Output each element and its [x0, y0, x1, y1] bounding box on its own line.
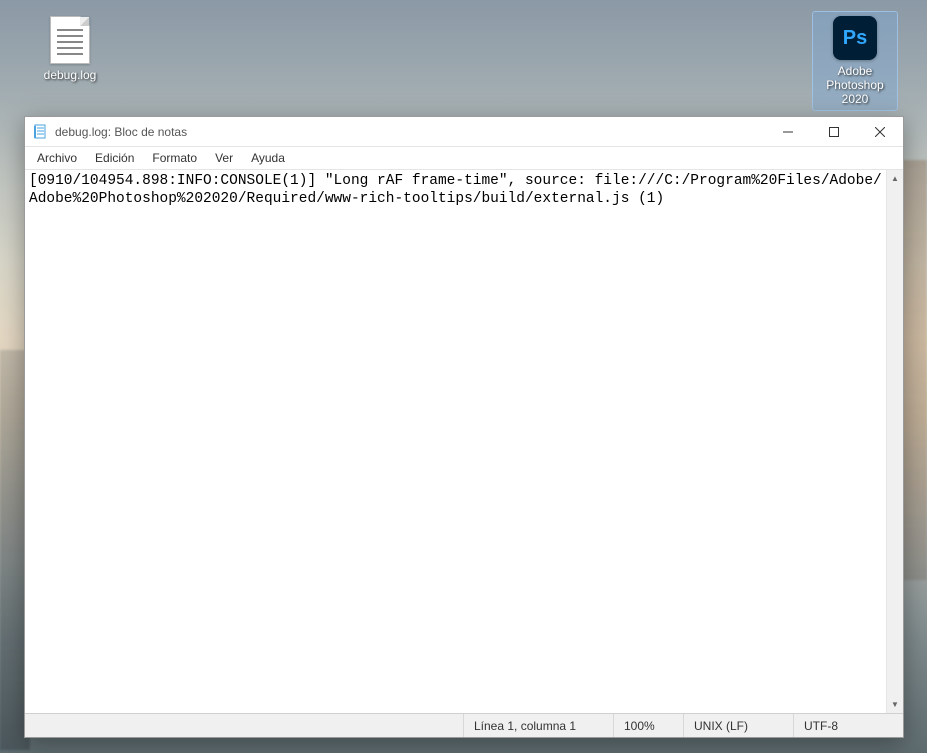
window-controls	[765, 117, 903, 146]
menu-view[interactable]: Ver	[207, 149, 241, 167]
minimize-button[interactable]	[765, 117, 811, 146]
window-title: debug.log: Bloc de notas	[55, 125, 765, 139]
menu-edit[interactable]: Edición	[87, 149, 142, 167]
menu-format[interactable]: Formato	[144, 149, 205, 167]
close-icon	[875, 127, 885, 137]
vertical-scrollbar[interactable]: ▲ ▼	[886, 170, 903, 713]
notepad-window[interactable]: debug.log: Bloc de notas Archivo Edición…	[24, 116, 904, 738]
minimize-icon	[783, 127, 793, 137]
status-spacer	[25, 714, 463, 737]
desktop-icon-label: Adobe Photoshop 2020	[815, 64, 895, 106]
maximize-button[interactable]	[811, 117, 857, 146]
scroll-down-button[interactable]: ▼	[887, 696, 903, 713]
editor-area: [0910/104954.898:INFO:CONSOLE(1)] "Long …	[25, 169, 903, 713]
status-zoom: 100%	[613, 714, 683, 737]
status-eol: UNIX (LF)	[683, 714, 793, 737]
status-encoding: UTF-8	[793, 714, 903, 737]
menu-file[interactable]: Archivo	[29, 149, 85, 167]
photoshop-icon: Ps	[833, 16, 877, 60]
text-editor[interactable]: [0910/104954.898:INFO:CONSOLE(1)] "Long …	[25, 170, 886, 713]
scroll-up-button[interactable]: ▲	[887, 170, 903, 187]
chevron-down-icon: ▼	[891, 700, 899, 709]
status-position: Línea 1, columna 1	[463, 714, 613, 737]
menubar: Archivo Edición Formato Ver Ayuda	[25, 147, 903, 169]
chevron-up-icon: ▲	[891, 174, 899, 183]
desktop-icon-photoshop[interactable]: Ps Adobe Photoshop 2020	[813, 12, 897, 110]
menu-help[interactable]: Ayuda	[243, 149, 293, 167]
statusbar: Línea 1, columna 1 100% UNIX (LF) UTF-8	[25, 713, 903, 737]
text-file-icon	[50, 16, 90, 64]
maximize-icon	[829, 127, 839, 137]
notepad-app-icon	[33, 124, 49, 140]
desktop-icon-label: debug.log	[44, 68, 97, 82]
desktop-icon-debug-log[interactable]: debug.log	[28, 12, 112, 86]
close-button[interactable]	[857, 117, 903, 146]
titlebar[interactable]: debug.log: Bloc de notas	[25, 117, 903, 147]
